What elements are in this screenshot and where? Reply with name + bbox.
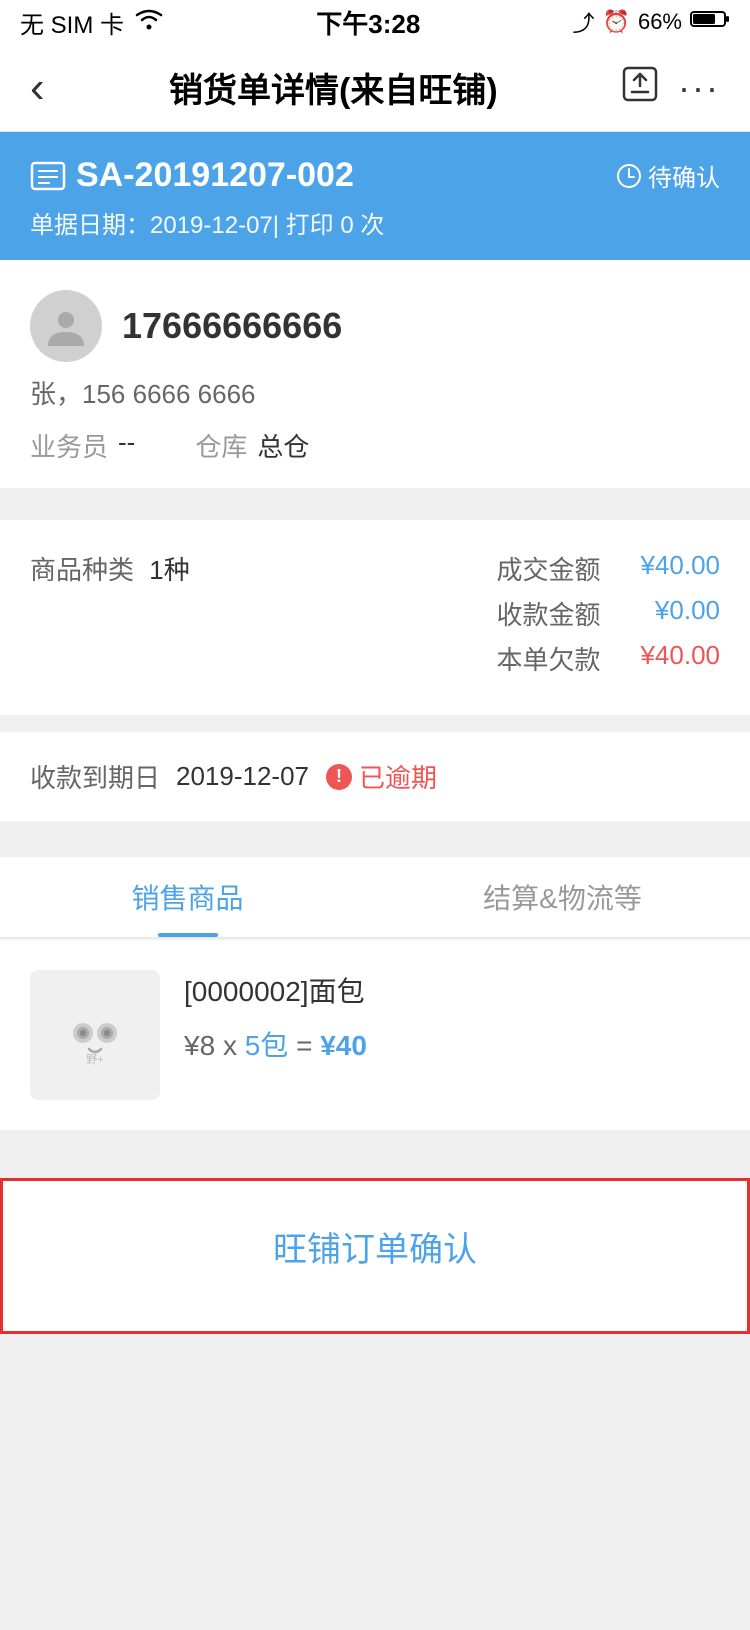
avatar xyxy=(30,290,102,362)
warehouse-label: 仓库 xyxy=(195,427,247,464)
summary-section: 商品种类 1种 成交金额 ¥40.00 收款金额 ¥0.00 本单欠款 ¥40.… xyxy=(0,520,750,715)
alarm-icon: ⏰ xyxy=(603,9,630,35)
product-name: [0000002]面包 xyxy=(184,970,720,1010)
nav-right[interactable]: ··· xyxy=(622,66,720,110)
summary-amounts: 成交金额 ¥40.00 收款金额 ¥0.00 本单欠款 ¥40.00 xyxy=(496,550,720,685)
due-date-section: 收款到期日 2019-12-07 ! 已逾期 xyxy=(0,731,750,821)
salesperson-label: 业务员 xyxy=(30,427,108,464)
svg-text:野+: 野+ xyxy=(86,1053,103,1065)
customer-name: 张，156 6666 6666 xyxy=(30,374,720,411)
received-label: 收款金额 xyxy=(496,595,600,632)
warehouse-value: 总仓 xyxy=(257,427,309,464)
more-icon[interactable]: ··· xyxy=(678,67,720,109)
tab-settlement[interactable]: 结算&物流等 xyxy=(375,857,750,937)
overdue-badge: ! 已逾期 xyxy=(325,758,437,795)
tab-sales-goods[interactable]: 销售商品 xyxy=(0,857,375,937)
amount-label: 成交金额 xyxy=(496,550,600,587)
order-header: SA-20191207-002 待确认 单据日期：2019-12-07| 打印 … xyxy=(0,132,750,260)
status-bar: 无 SIM 卡 下午3:28 ⤴ ⏰ 66% xyxy=(0,0,750,44)
total-price: ¥40 xyxy=(320,1030,367,1061)
battery-level: 66% xyxy=(638,9,682,35)
back-button[interactable]: ‹ xyxy=(30,63,45,113)
product-type-label: 商品种类 xyxy=(30,555,134,585)
tabs-section: 销售商品 结算&物流等 xyxy=(0,857,750,938)
owed-value: ¥40.00 xyxy=(640,640,720,677)
status-left: 无 SIM 卡 xyxy=(20,5,164,40)
salesperson-value: -- xyxy=(118,427,135,464)
product-info: [0000002]面包 ¥8 x 5包 = ¥40 xyxy=(184,970,720,1100)
due-date-value: 2019-12-07 xyxy=(176,761,309,792)
share-icon[interactable] xyxy=(622,66,658,110)
unit-price: ¥8 xyxy=(184,1030,215,1061)
wifi-icon xyxy=(134,8,164,37)
nav-left[interactable]: ‹ xyxy=(30,63,45,113)
product-item: 野+ [0000002]面包 ¥8 x 5包 = ¥40 xyxy=(30,970,720,1100)
sim-status: 无 SIM 卡 xyxy=(20,5,124,40)
confirm-button-wrap: 旺铺订单确认 xyxy=(0,1178,750,1334)
customer-section: 17666666666 张，156 6666 6666 业务员 -- 仓库 总仓 xyxy=(0,260,750,488)
divider-2 xyxy=(0,821,750,837)
order-id: SA-20191207-002 xyxy=(30,156,354,195)
order-date-info: 单据日期：2019-12-07| 打印 0 次 xyxy=(30,205,720,240)
equals-sign: = xyxy=(296,1030,312,1061)
overdue-text: 已逾期 xyxy=(359,758,437,795)
status-time: 下午3:28 xyxy=(316,4,420,41)
status-right: ⤴ ⏰ 66% xyxy=(573,6,730,38)
product-image: 野+ xyxy=(30,970,160,1100)
customer-meta: 业务员 -- 仓库 总仓 xyxy=(30,427,720,464)
product-section: 野+ [0000002]面包 ¥8 x 5包 = ¥40 xyxy=(0,940,750,1130)
due-date-label: 收款到期日 xyxy=(30,758,160,795)
page-title: 销货单详情(来自旺铺) xyxy=(169,63,498,112)
svg-text:!: ! xyxy=(336,766,342,786)
order-status: 待确认 xyxy=(616,158,720,193)
multiply-sign: x xyxy=(223,1030,237,1061)
owed-label: 本单欠款 xyxy=(496,640,600,677)
confirm-order-button[interactable]: 旺铺订单确认 xyxy=(33,1201,717,1291)
battery-icon xyxy=(690,9,730,35)
product-type-count: 1种 xyxy=(149,555,189,585)
received-value: ¥0.00 xyxy=(655,595,720,632)
product-price: ¥8 x 5包 = ¥40 xyxy=(184,1024,720,1064)
quantity: 5包 xyxy=(245,1030,289,1061)
nav-bar: ‹ 销货单详情(来自旺铺) ··· xyxy=(0,44,750,132)
location-icon: ⤴ xyxy=(573,6,595,38)
customer-phone: 17666666666 xyxy=(122,305,342,347)
amount-value: ¥40.00 xyxy=(640,550,720,587)
divider-1 xyxy=(0,504,750,520)
